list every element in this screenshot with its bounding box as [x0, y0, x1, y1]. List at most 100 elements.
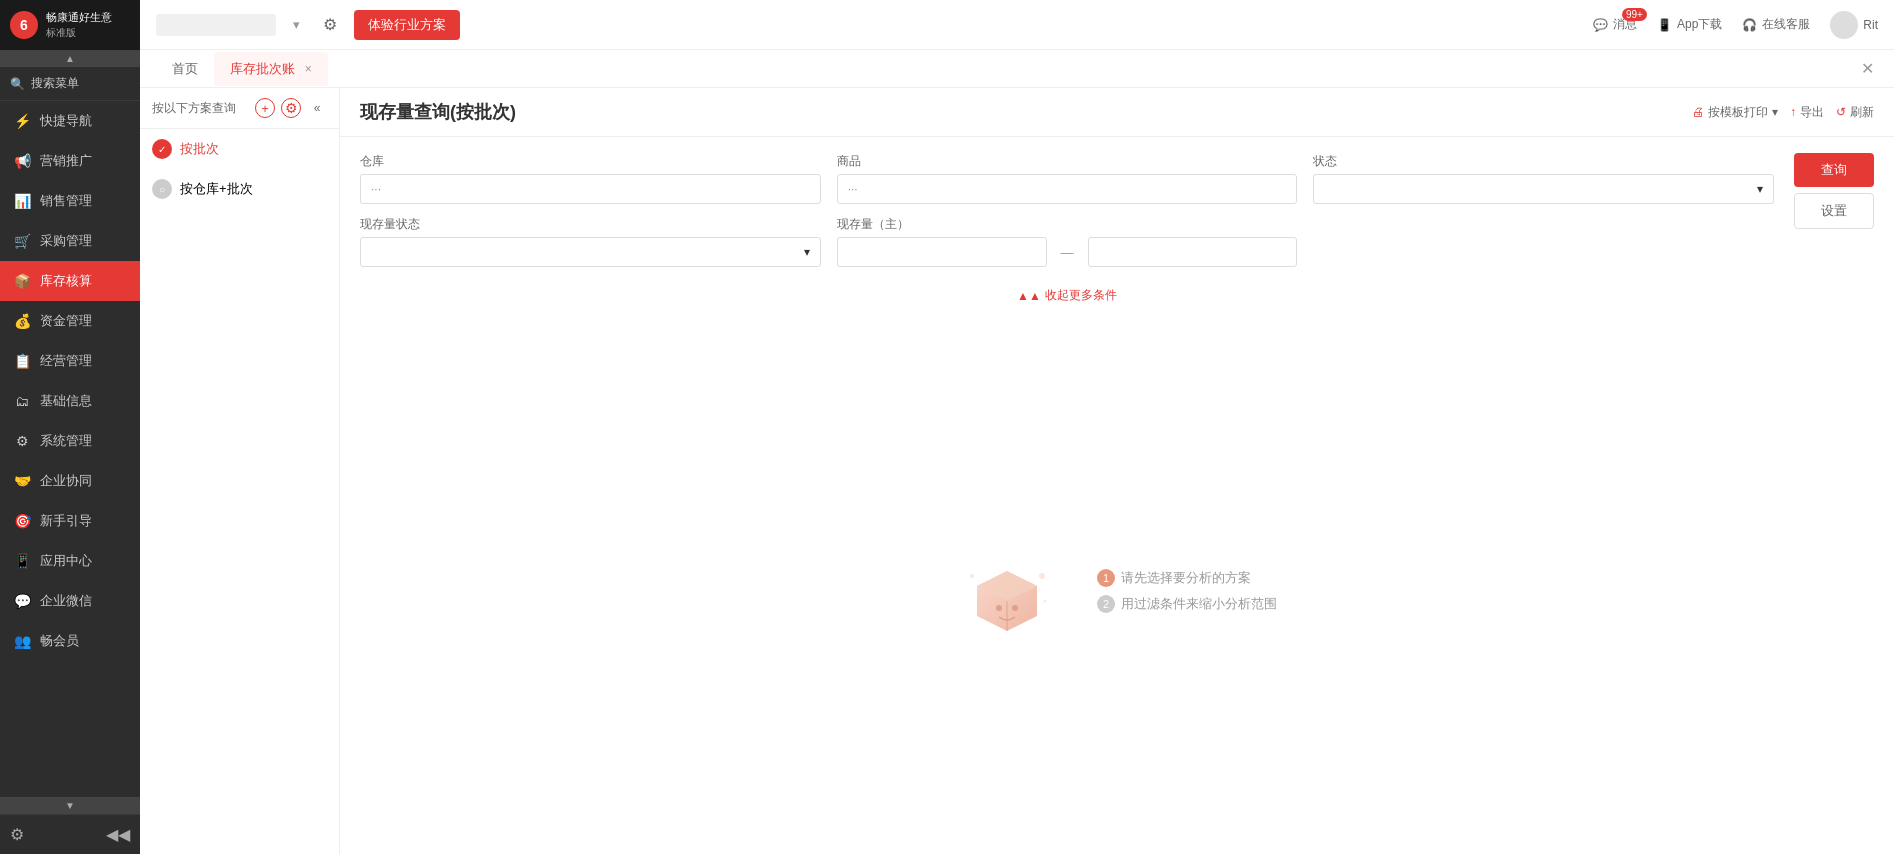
- scheme-batch-label: 按批次: [180, 140, 219, 158]
- sidebar-item-operations[interactable]: 📋 经营管理: [0, 341, 140, 381]
- sidebar-item-marketing[interactable]: 📢 营销推广: [0, 141, 140, 181]
- inventory-main-group: 现存量（主） —: [837, 216, 1298, 267]
- print-dropdown-icon[interactable]: ▾: [1772, 105, 1778, 119]
- settings-button[interactable]: 设置: [1794, 193, 1874, 229]
- topbar-search-input[interactable]: [156, 14, 276, 36]
- inventory-status-input[interactable]: ▾: [360, 237, 821, 267]
- export-btn[interactable]: ↑ 导出: [1790, 104, 1824, 121]
- sidebar-item-wechat[interactable]: 💬 企业微信: [0, 581, 140, 621]
- refresh-btn[interactable]: ↺ 刷新: [1836, 104, 1874, 121]
- scheme-item-warehouse-batch[interactable]: ○ 按仓库+批次: [140, 169, 339, 209]
- sidebar-item-apps[interactable]: 📱 应用中心: [0, 541, 140, 581]
- goods-dots: ···: [848, 182, 858, 196]
- warehouse-label: 仓库: [360, 153, 821, 170]
- messages-action[interactable]: 💬 消息 99+: [1593, 16, 1637, 33]
- inventory-main-to[interactable]: [1088, 237, 1298, 267]
- tip-num-2: 2: [1097, 595, 1115, 613]
- sidebar-item-label: 营销推广: [40, 152, 92, 170]
- scheme-item-batch[interactable]: ✓ 按批次: [140, 129, 339, 169]
- page-header: 现存量查询(按批次) 🖨 按模板打印 ▾ ↑ 导出 ↺ 刷新: [340, 88, 1894, 137]
- basic-icon: 🗂: [12, 391, 32, 411]
- search-menu-item[interactable]: 🔍 搜索菜单: [0, 67, 140, 101]
- sidebar-item-label: 企业微信: [40, 592, 92, 610]
- topbar-right: 💬 消息 99+ 📱 App下载 🎧 在线客服 Rit: [1593, 11, 1878, 39]
- print-icon: 🖨: [1692, 105, 1704, 119]
- status-filter-group: 状态 ▾: [1313, 153, 1774, 204]
- status-input[interactable]: ▾: [1313, 174, 1774, 204]
- purchase-icon: 🛒: [12, 231, 32, 251]
- sidebar-item-system[interactable]: ⚙ 系统管理: [0, 421, 140, 461]
- warehouse-filter-group: 仓库 ···: [360, 153, 821, 204]
- members-icon: 👥: [12, 631, 32, 651]
- right-panel: 现存量查询(按批次) 🖨 按模板打印 ▾ ↑ 导出 ↺ 刷新: [340, 88, 1894, 854]
- sidebar-item-basic[interactable]: 🗂 基础信息: [0, 381, 140, 421]
- refresh-icon: ↺: [1836, 105, 1846, 119]
- chevron-up-icon: ▲▲: [1017, 289, 1041, 303]
- sidebar-item-purchase[interactable]: 🛒 采购管理: [0, 221, 140, 261]
- sidebar-item-label: 资金管理: [40, 312, 92, 330]
- sidebar-item-finance[interactable]: 💰 资金管理: [0, 301, 140, 341]
- inventory-status-dropdown-icon: ▾: [804, 245, 810, 259]
- sidebar-item-quick-nav[interactable]: ⚡ 快捷导航: [0, 101, 140, 141]
- marketing-icon: 📢: [12, 151, 32, 171]
- left-panel-header: 按以下方案查询 + ⚙ «: [140, 88, 339, 129]
- system-icon: ⚙: [12, 431, 32, 451]
- filter-action-buttons: 查询 设置: [1794, 153, 1874, 229]
- headset-icon: 🎧: [1742, 18, 1757, 32]
- query-button[interactable]: 查询: [1794, 153, 1874, 187]
- range-dash: —: [1061, 245, 1074, 260]
- warehouse-input[interactable]: ···: [360, 174, 821, 204]
- add-scheme-icon[interactable]: +: [255, 98, 275, 118]
- scheme-settings-icon[interactable]: ⚙: [281, 98, 301, 118]
- topbar-dropdown-icon[interactable]: ▾: [286, 15, 306, 35]
- app-download-action[interactable]: 📱 App下载: [1657, 16, 1722, 33]
- app-logo: 6: [10, 11, 38, 39]
- tabs-close-button[interactable]: ✕: [1857, 55, 1878, 82]
- sidebar-item-label: 基础信息: [40, 392, 92, 410]
- inventory-main-from[interactable]: [837, 237, 1047, 267]
- svg-point-6: [1039, 573, 1045, 579]
- empty-tip-1: 1 请先选择要分析的方案: [1097, 569, 1277, 587]
- filter-row-2: 现存量状态 ▾ 现存量（主）: [360, 216, 1774, 267]
- print-btn[interactable]: 🖨 按模板打印 ▾: [1692, 104, 1778, 121]
- empty-tip-2: 2 用过滤条件来缩小分析范围: [1097, 595, 1277, 613]
- sidebar-item-sales[interactable]: 📊 销售管理: [0, 181, 140, 221]
- sidebar-footer: ⚙ ◀◀: [0, 814, 140, 854]
- enterprise-icon: 🤝: [12, 471, 32, 491]
- inventory-main-label: 现存量（主）: [837, 216, 1298, 233]
- guide-icon: 🎯: [12, 511, 32, 531]
- settings-icon[interactable]: ⚙: [10, 825, 24, 844]
- wechat-icon: 💬: [12, 591, 32, 611]
- warehouse-dots: ···: [371, 182, 381, 196]
- sidebar-item-guide[interactable]: 🎯 新手引导: [0, 501, 140, 541]
- sidebar-item-label: 新手引导: [40, 512, 92, 530]
- online-service-action[interactable]: 🎧 在线客服: [1742, 16, 1810, 33]
- page-actions: 🖨 按模板打印 ▾ ↑ 导出 ↺ 刷新: [1692, 104, 1874, 121]
- experience-btn[interactable]: 体验行业方案: [354, 10, 460, 40]
- tab-inventory-batch[interactable]: 库存批次账 ×: [214, 52, 328, 86]
- empty-content: 1 请先选择要分析的方案 2 用过滤条件来缩小分析范围: [957, 541, 1277, 641]
- finance-icon: 💰: [12, 311, 32, 331]
- sidebar-item-members[interactable]: 👥 畅会员: [0, 621, 140, 661]
- sidebar-item-label: 经营管理: [40, 352, 92, 370]
- scheme-warehouse-batch-label: 按仓库+批次: [180, 180, 253, 198]
- user-profile[interactable]: Rit: [1830, 11, 1878, 39]
- svg-point-7: [1044, 600, 1047, 603]
- refresh-label: 刷新: [1850, 104, 1874, 121]
- tab-home[interactable]: 首页: [156, 52, 214, 86]
- sidebar-scroll-down[interactable]: ▼: [0, 797, 140, 814]
- topbar-gear-icon[interactable]: ⚙: [316, 11, 344, 39]
- tab-close-icon[interactable]: ×: [305, 62, 312, 76]
- sidebar-item-inventory[interactable]: 📦 库存核算: [0, 261, 140, 301]
- sidebar-item-enterprise[interactable]: 🤝 企业协同: [0, 461, 140, 501]
- collapse-panel-icon[interactable]: «: [307, 98, 327, 118]
- operations-icon: 📋: [12, 351, 32, 371]
- collapse-sidebar-icon[interactable]: ◀◀: [106, 825, 130, 844]
- content-area: 按以下方案查询 + ⚙ « ✓ 按批次 ○ 按仓库+批次 现存量查询(按批次): [140, 88, 1894, 854]
- sales-icon: 📊: [12, 191, 32, 211]
- collapse-filters-btn[interactable]: ▲▲ 收起更多条件: [1009, 279, 1125, 312]
- search-icon: 🔍: [10, 77, 25, 91]
- apps-icon: 📱: [12, 551, 32, 571]
- goods-input[interactable]: ···: [837, 174, 1298, 204]
- sidebar-scroll-up[interactable]: ▲: [0, 50, 140, 67]
